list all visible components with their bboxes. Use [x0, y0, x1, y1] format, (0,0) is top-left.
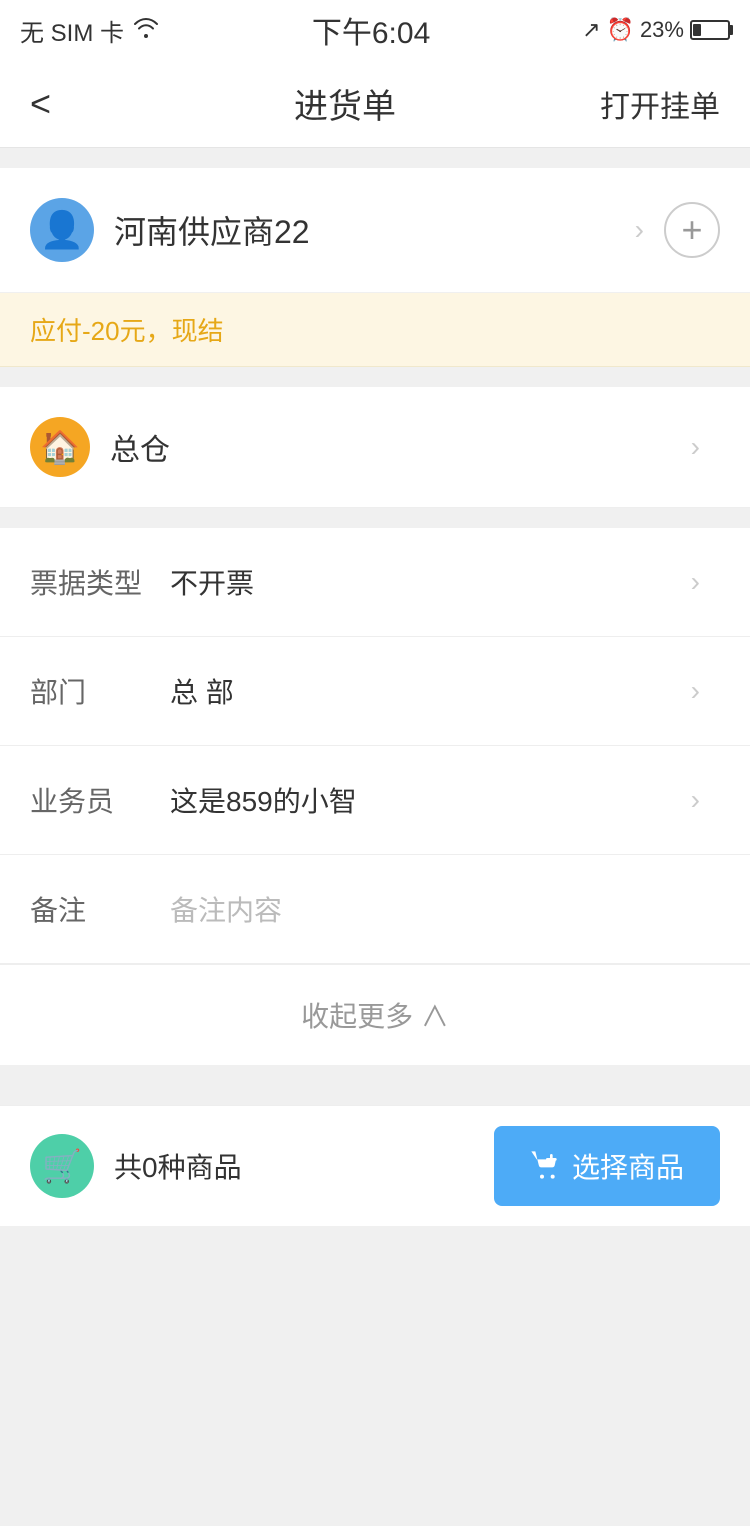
product-icon: 🛒 — [42, 1147, 82, 1185]
supplier-section: 👤 河南供应商22 › + 应付-20元，现结 — [0, 168, 750, 367]
carrier-label: 无 SIM 卡 — [20, 13, 124, 48]
invoice-label: 票据类型 — [30, 562, 150, 602]
form-section: 票据类型 不开票 › 部门 总 部 › 业务员 这是859的小智 › 备注 备注… — [0, 528, 750, 1065]
cart-plus-icon — [530, 1150, 562, 1182]
supplier-row[interactable]: 👤 河南供应商22 › + — [0, 168, 750, 293]
select-product-button[interactable]: 选择商品 — [494, 1126, 720, 1206]
dept-value: 总 部 — [150, 671, 691, 711]
select-product-label: 选择商品 — [572, 1146, 684, 1186]
supplier-avatar: 👤 — [30, 198, 94, 262]
status-left: 无 SIM 卡 — [20, 13, 160, 48]
status-right: ↗ ⏰ 23% — [582, 17, 730, 43]
notice-bar: 应付-20元，现结 — [0, 293, 750, 367]
collapse-label: 收起更多 ∧ — [301, 995, 449, 1035]
status-bar: 无 SIM 卡 下午6:04 ↗ ⏰ 23% — [0, 0, 750, 60]
note-input[interactable]: 备注内容 — [150, 889, 720, 929]
section-gap-2 — [0, 367, 750, 387]
salesperson-label: 业务员 — [30, 780, 150, 820]
nav-bar: < 进货单 打开挂单 — [0, 60, 750, 148]
warehouse-name: 总仓 — [110, 425, 691, 469]
salesperson-value: 这是859的小智 — [150, 780, 691, 820]
section-gap-4 — [0, 1065, 750, 1085]
add-button[interactable]: + — [664, 202, 720, 258]
supplier-chevron-icon: › — [635, 214, 644, 246]
product-bar: 🛒 共0种商品 选择商品 — [0, 1105, 750, 1226]
product-count: 共0种商品 — [114, 1146, 494, 1186]
warehouse-section: 🏠 总仓 › — [0, 387, 750, 508]
section-gap-1 — [0, 148, 750, 168]
product-icon-wrap: 🛒 — [30, 1134, 94, 1198]
back-button[interactable]: < — [30, 83, 90, 125]
location-icon: ↗ — [582, 17, 600, 43]
warehouse-chevron-icon: › — [691, 431, 700, 463]
note-row[interactable]: 备注 备注内容 — [0, 855, 750, 964]
invoice-chevron-icon: › — [691, 566, 700, 598]
notice-text: 应付-20元，现结 — [30, 316, 224, 346]
warehouse-icon: 🏠 — [40, 428, 80, 466]
warehouse-row[interactable]: 🏠 总仓 › — [0, 387, 750, 508]
dept-chevron-icon: › — [691, 675, 700, 707]
dept-label: 部门 — [30, 671, 150, 711]
invoice-value: 不开票 — [150, 562, 691, 602]
warehouse-icon-wrap: 🏠 — [30, 417, 90, 477]
wifi-icon — [132, 16, 160, 45]
battery-icon — [690, 20, 730, 40]
page-title: 进货单 — [294, 79, 396, 128]
note-label: 备注 — [30, 889, 150, 929]
section-gap-3 — [0, 508, 750, 528]
salesperson-row[interactable]: 业务员 这是859的小智 › — [0, 746, 750, 855]
battery-label: 23% — [640, 17, 684, 43]
dept-row[interactable]: 部门 总 部 › — [0, 637, 750, 746]
open-pending-button[interactable]: 打开挂单 — [600, 82, 720, 126]
person-icon: 👤 — [40, 209, 85, 251]
supplier-name: 河南供应商22 — [114, 207, 635, 253]
time-label: 下午6:04 — [312, 8, 430, 52]
salesperson-chevron-icon: › — [691, 784, 700, 816]
invoice-row[interactable]: 票据类型 不开票 › — [0, 528, 750, 637]
collapse-button[interactable]: 收起更多 ∧ — [0, 964, 750, 1065]
bottom-background — [0, 1226, 750, 1526]
alarm-icon: ⏰ — [607, 17, 634, 43]
plus-icon: + — [681, 209, 702, 251]
